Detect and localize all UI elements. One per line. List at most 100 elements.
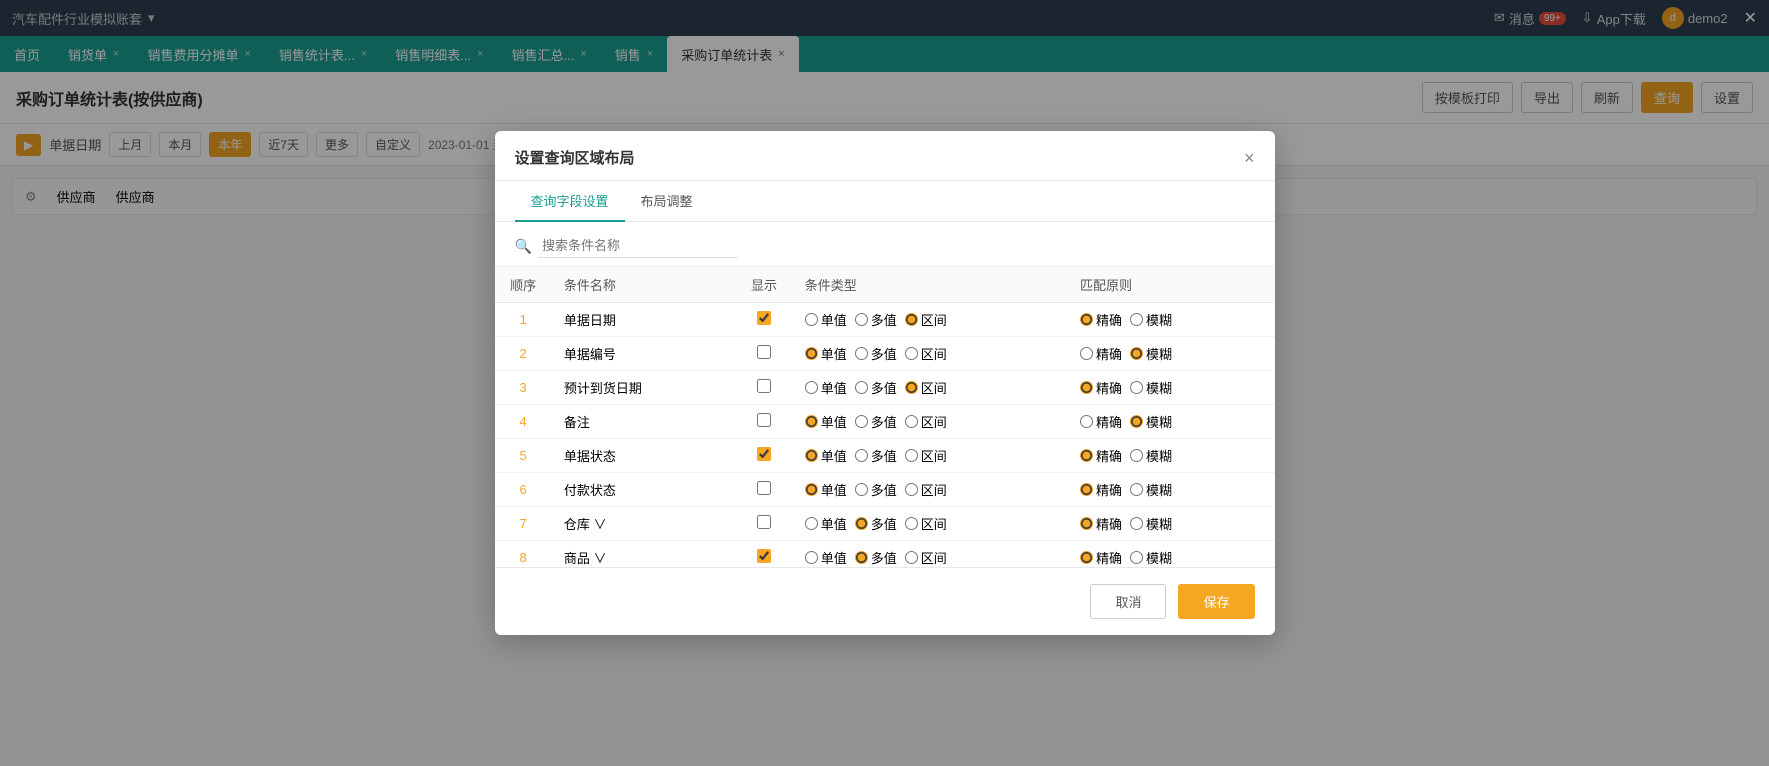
type-range-radio[interactable] xyxy=(905,449,918,462)
row-order: 3 xyxy=(495,371,552,405)
conditions-table-scroll[interactable]: 顺序 条件名称 显示 条件类型 匹配原则 1单据日期单值多值区间精确模糊2单据编… xyxy=(495,267,1275,567)
type-range-radio[interactable] xyxy=(905,483,918,496)
type-multi-radio[interactable] xyxy=(855,551,868,564)
match-fuzzy-radio[interactable] xyxy=(1130,381,1143,394)
match-fuzzy-label[interactable]: 模糊 xyxy=(1130,514,1172,533)
match-fuzzy-label[interactable]: 模糊 xyxy=(1130,548,1172,567)
type-multi-radio[interactable] xyxy=(855,415,868,428)
type-single-radio[interactable] xyxy=(805,381,818,394)
display-checkbox[interactable] xyxy=(757,549,771,563)
match-exact-label[interactable]: 精确 xyxy=(1080,446,1122,465)
match-exact-radio[interactable] xyxy=(1080,415,1093,428)
type-range-label[interactable]: 区间 xyxy=(905,514,947,533)
dialog: 设置查询区域布局 × 查询字段设置 布局调整 🔍 顺序 条件名称 显示 条件类型 xyxy=(495,131,1275,635)
table-row: 6付款状态单值多值区间精确模糊 xyxy=(495,473,1275,507)
type-single-radio[interactable] xyxy=(805,415,818,428)
type-range-radio[interactable] xyxy=(905,381,918,394)
match-exact-label[interactable]: 精确 xyxy=(1080,514,1122,533)
match-exact-label[interactable]: 精确 xyxy=(1080,548,1122,567)
match-fuzzy-label[interactable]: 模糊 xyxy=(1130,480,1172,499)
dialog-close-button[interactable]: × xyxy=(1244,149,1255,167)
type-single-label[interactable]: 单值 xyxy=(805,480,847,499)
display-checkbox[interactable] xyxy=(757,481,771,495)
type-multi-radio[interactable] xyxy=(855,381,868,394)
match-fuzzy-radio[interactable] xyxy=(1130,313,1143,326)
match-fuzzy-radio[interactable] xyxy=(1130,517,1143,530)
match-fuzzy-label[interactable]: 模糊 xyxy=(1130,378,1172,397)
match-exact-radio[interactable] xyxy=(1080,347,1093,360)
match-fuzzy-label[interactable]: 模糊 xyxy=(1130,344,1172,363)
type-range-label[interactable]: 区间 xyxy=(905,548,947,567)
type-range-radio[interactable] xyxy=(905,347,918,360)
type-range-label[interactable]: 区间 xyxy=(905,310,947,329)
display-checkbox[interactable] xyxy=(757,413,771,427)
display-checkbox[interactable] xyxy=(757,447,771,461)
save-button[interactable]: 保存 xyxy=(1178,584,1254,619)
type-multi-label[interactable]: 多值 xyxy=(855,378,897,397)
type-multi-radio[interactable] xyxy=(855,313,868,326)
match-fuzzy-radio[interactable] xyxy=(1130,551,1143,564)
type-single-radio[interactable] xyxy=(805,347,818,360)
display-checkbox[interactable] xyxy=(757,345,771,359)
match-exact-label[interactable]: 精确 xyxy=(1080,480,1122,499)
type-single-label[interactable]: 单值 xyxy=(805,412,847,431)
type-single-label[interactable]: 单值 xyxy=(805,344,847,363)
type-range-label[interactable]: 区间 xyxy=(905,412,947,431)
type-single-label[interactable]: 单值 xyxy=(805,378,847,397)
type-multi-label[interactable]: 多值 xyxy=(855,446,897,465)
type-multi-radio[interactable] xyxy=(855,449,868,462)
match-exact-radio[interactable] xyxy=(1080,313,1093,326)
type-single-label[interactable]: 单值 xyxy=(805,548,847,567)
match-exact-label[interactable]: 精确 xyxy=(1080,344,1122,363)
type-single-label[interactable]: 单值 xyxy=(805,514,847,533)
search-input[interactable] xyxy=(538,234,738,258)
match-exact-radio[interactable] xyxy=(1080,517,1093,530)
display-checkbox[interactable] xyxy=(757,515,771,529)
type-multi-label[interactable]: 多值 xyxy=(855,548,897,567)
match-exact-radio[interactable] xyxy=(1080,483,1093,496)
type-single-radio[interactable] xyxy=(805,517,818,530)
row-display-cell xyxy=(735,439,792,473)
tab-layout-adjust[interactable]: 布局调整 xyxy=(625,181,709,222)
type-single-radio[interactable] xyxy=(805,313,818,326)
match-fuzzy-radio[interactable] xyxy=(1130,483,1143,496)
tab-query-fields[interactable]: 查询字段设置 xyxy=(515,181,625,222)
type-range-radio[interactable] xyxy=(905,517,918,530)
match-fuzzy-label[interactable]: 模糊 xyxy=(1130,310,1172,329)
match-exact-radio[interactable] xyxy=(1080,551,1093,564)
type-single-label[interactable]: 单值 xyxy=(805,310,847,329)
type-single-label[interactable]: 单值 xyxy=(805,446,847,465)
display-checkbox[interactable] xyxy=(757,379,771,393)
match-exact-radio[interactable] xyxy=(1080,449,1093,462)
type-multi-label[interactable]: 多值 xyxy=(855,412,897,431)
type-multi-radio[interactable] xyxy=(855,517,868,530)
match-fuzzy-radio[interactable] xyxy=(1130,347,1143,360)
type-range-label[interactable]: 区间 xyxy=(905,480,947,499)
type-multi-label[interactable]: 多值 xyxy=(855,344,897,363)
type-range-radio[interactable] xyxy=(905,415,918,428)
cancel-button[interactable]: 取消 xyxy=(1090,584,1166,619)
row-type-cell: 单值多值区间 xyxy=(793,303,1068,337)
match-exact-radio[interactable] xyxy=(1080,381,1093,394)
display-checkbox[interactable] xyxy=(757,311,771,325)
type-single-radio[interactable] xyxy=(805,449,818,462)
type-range-radio[interactable] xyxy=(905,313,918,326)
type-multi-radio[interactable] xyxy=(855,483,868,496)
match-exact-label[interactable]: 精确 xyxy=(1080,310,1122,329)
match-exact-label[interactable]: 精确 xyxy=(1080,412,1122,431)
match-fuzzy-label[interactable]: 模糊 xyxy=(1130,446,1172,465)
match-fuzzy-label[interactable]: 模糊 xyxy=(1130,412,1172,431)
match-exact-label[interactable]: 精确 xyxy=(1080,378,1122,397)
type-multi-label[interactable]: 多值 xyxy=(855,480,897,499)
type-multi-label[interactable]: 多值 xyxy=(855,310,897,329)
type-single-radio[interactable] xyxy=(805,551,818,564)
type-range-label[interactable]: 区间 xyxy=(905,378,947,397)
type-multi-radio[interactable] xyxy=(855,347,868,360)
match-fuzzy-radio[interactable] xyxy=(1130,415,1143,428)
type-multi-label[interactable]: 多值 xyxy=(855,514,897,533)
type-range-label[interactable]: 区间 xyxy=(905,446,947,465)
type-range-radio[interactable] xyxy=(905,551,918,564)
type-single-radio[interactable] xyxy=(805,483,818,496)
type-range-label[interactable]: 区间 xyxy=(905,344,947,363)
match-fuzzy-radio[interactable] xyxy=(1130,449,1143,462)
